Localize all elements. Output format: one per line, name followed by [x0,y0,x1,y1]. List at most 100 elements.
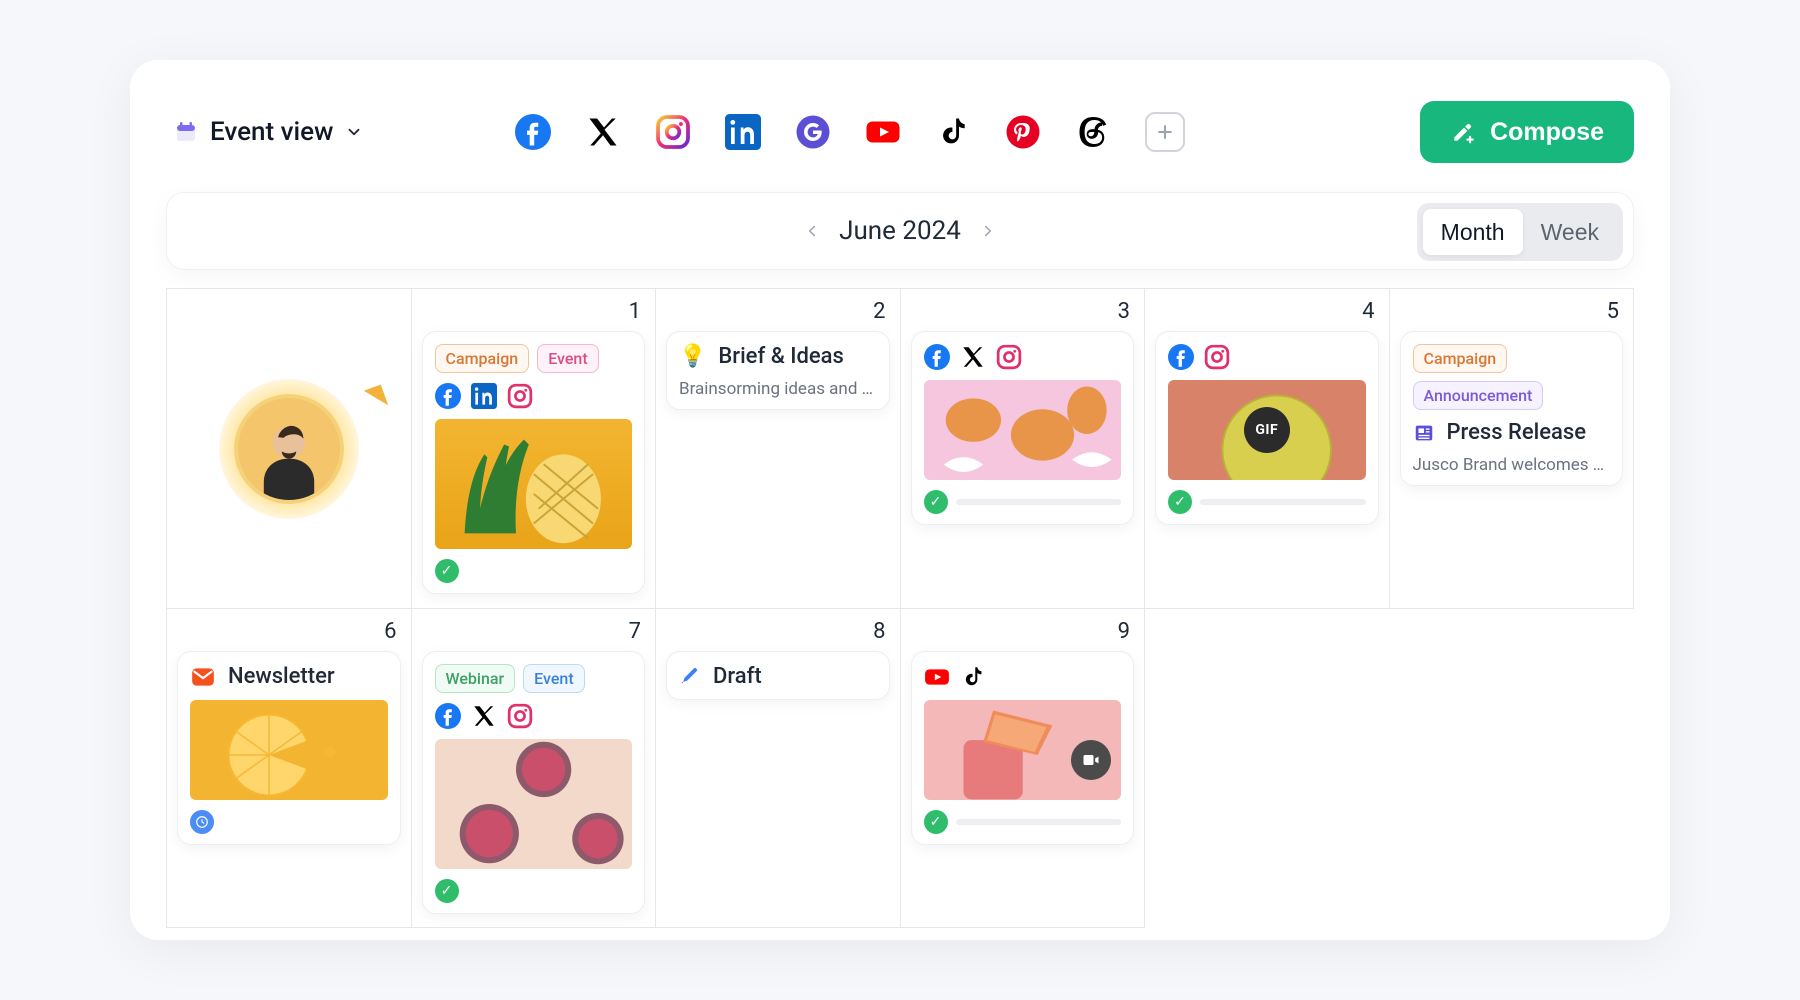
day-cell-8[interactable]: 8 Draft [656,609,901,929]
tag-webinar: Webinar [435,664,516,693]
status-line [1200,499,1366,505]
video-badge-icon [1071,740,1111,780]
card-title: Draft [713,664,762,689]
compose-button[interactable]: Compose [1420,101,1634,163]
event-card[interactable]: Webinar Event ✓ [422,651,646,914]
tag-announcement: Announcement [1413,381,1544,410]
event-card[interactable]: ✓ [911,331,1135,525]
day-cell-3[interactable]: 3 ✓ [901,289,1146,609]
card-body: Brainsorming ideas and note... [679,379,877,399]
compose-label: Compose [1490,118,1604,147]
facebook-icon [435,383,461,409]
tag-campaign: Campaign [435,344,530,373]
instagram-icon [507,383,533,409]
day-cell-7[interactable]: 7 Webinar Event ✓ [412,609,657,929]
view-label: Event view [210,117,333,147]
day-number: 6 [384,619,396,644]
event-card[interactable]: GIF ✓ [1155,331,1379,525]
mail-icon [190,664,216,690]
day-cell-9[interactable]: 9 ✓ [901,609,1146,929]
compose-icon [1450,119,1476,145]
google-icon[interactable] [795,114,831,150]
youtube-icon[interactable] [865,114,901,150]
prev-month-button[interactable] [803,222,821,240]
tag-campaign: Campaign [1413,344,1508,373]
calendar-icon [174,120,198,144]
status-ok-icon: ✓ [924,810,948,834]
day-number: 9 [1118,619,1130,644]
thumbnail-smoothie [924,700,1122,800]
status-ok-icon: ✓ [924,490,948,514]
linkedin-icon[interactable] [725,114,761,150]
tiktok-icon [960,664,986,690]
gif-badge: GIF [1244,407,1290,453]
x-icon [471,703,497,729]
day-number: 7 [629,619,641,644]
cursor-icon [364,385,388,412]
day-number: 4 [1362,299,1374,324]
note-card[interactable]: Draft [666,651,890,700]
youtube-icon [924,664,950,690]
facebook-icon [1168,344,1194,370]
instagram-icon [996,344,1022,370]
chevron-down-icon [345,123,363,141]
facebook-icon[interactable] [515,114,551,150]
day-number: 2 [873,299,885,324]
calendar-app: Event view Compose June [130,60,1670,940]
period-bar: June 2024 Month Week [166,192,1634,270]
note-card[interactable]: 💡 Brief & Ideas Brainsorming ideas and n… [666,331,890,410]
pen-icon [679,665,701,687]
next-month-button[interactable] [979,222,997,240]
card-title: Newsletter [228,664,335,689]
tag-event: Event [537,344,598,373]
lightbulb-icon: 💡 [679,344,706,369]
day-number: 8 [873,619,885,644]
status-line [956,819,1122,825]
status-ok-icon: ✓ [1168,490,1192,514]
tiktok-icon[interactable] [935,114,971,150]
pinterest-icon[interactable] [1005,114,1041,150]
channel-icons [515,112,1185,152]
thumbnail-orange [190,700,388,800]
facebook-icon [435,703,461,729]
day-cell-6[interactable]: 6 Newsletter [167,609,412,929]
day-cell-5[interactable]: 5 Campaign Announcement Press Release Ju… [1390,289,1635,609]
view-picker[interactable]: Event view [166,111,371,153]
card-body: Jusco Brand welcomes a new... [1413,455,1611,475]
day-number: 3 [1118,299,1130,324]
facebook-icon [924,344,950,370]
event-card[interactable]: ✓ [911,651,1135,845]
tag-event: Event [523,664,584,693]
day-cell-4[interactable]: 4 GIF ✓ [1145,289,1390,609]
status-scheduled-icon [190,810,214,834]
thumbnail-chips [924,380,1122,480]
period-label: June 2024 [839,216,961,246]
threads-icon[interactable] [1075,114,1111,150]
status-ok-icon: ✓ [435,879,459,903]
day-cell-2[interactable]: 2 💡 Brief & Ideas Brainsorming ideas and… [656,289,901,609]
user-avatar[interactable] [234,394,344,504]
thumbnail-grapefruit: GIF [1168,380,1366,480]
day-number: 5 [1607,299,1619,324]
add-channel-button[interactable] [1145,112,1185,152]
header: Event view Compose [166,102,1634,162]
day-cell-1[interactable]: 1 Campaign Event ✓ [412,289,657,609]
x-icon [960,344,986,370]
linkedin-icon [471,383,497,409]
day-number: 1 [629,299,641,324]
view-toggle: Month Week [1417,203,1623,261]
event-card[interactable]: Newsletter [177,651,401,845]
thumbnail-pineapple [435,419,633,549]
calendar-grid: 1 Campaign Event ✓ 2 [166,288,1634,928]
month-toggle[interactable]: Month [1423,209,1523,255]
note-card[interactable]: Campaign Announcement Press Release Jusc… [1400,331,1624,486]
week-toggle[interactable]: Week [1523,209,1617,255]
avatar-cell [167,289,412,609]
newspaper-icon [1413,422,1435,444]
instagram-icon[interactable] [655,114,691,150]
card-title: Press Release [1447,420,1587,445]
status-line [956,499,1122,505]
x-icon[interactable] [585,114,621,150]
event-card[interactable]: Campaign Event ✓ [422,331,646,594]
instagram-icon [1204,344,1230,370]
